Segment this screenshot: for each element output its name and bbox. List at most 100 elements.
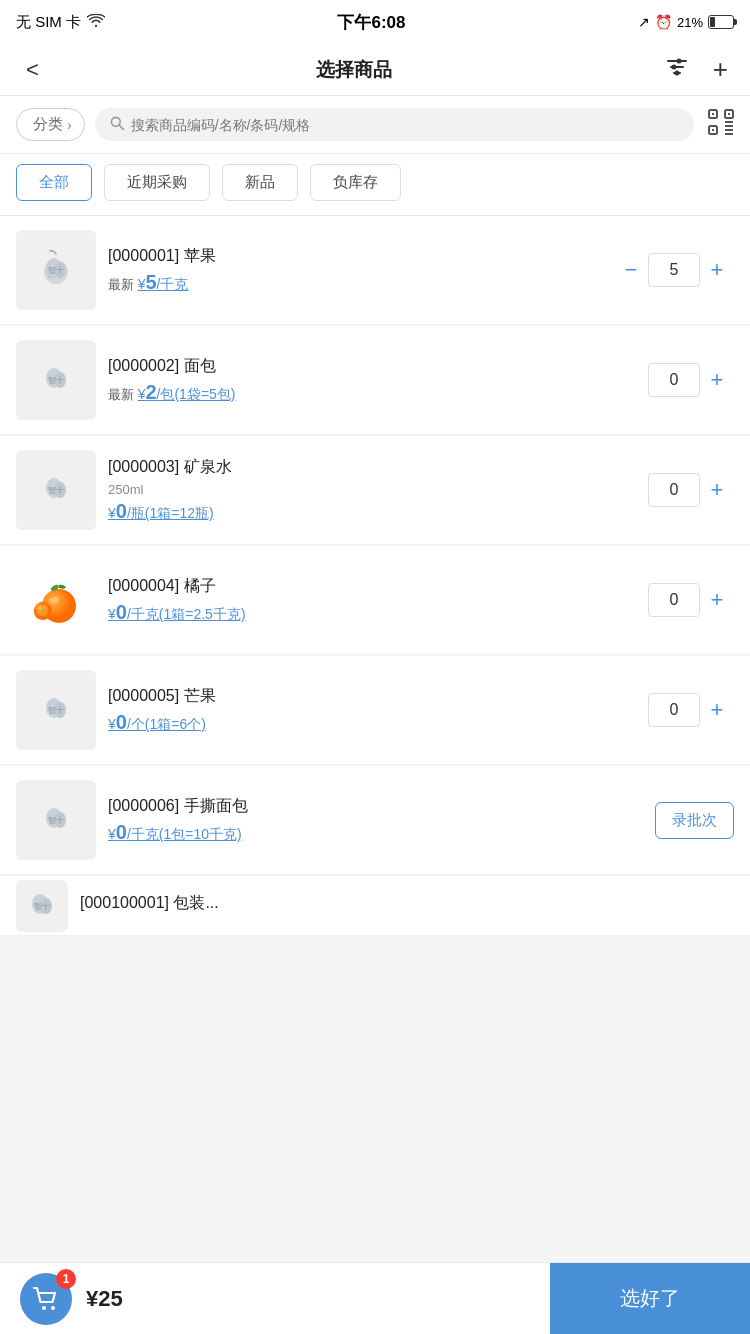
svg-rect-12 — [728, 113, 730, 115]
qty-input[interactable] — [648, 693, 700, 727]
bottom-bar: 1 ¥25 选好了 — [0, 1262, 750, 1334]
product-name: [0000001] 苹果 — [108, 246, 602, 267]
product-item-partial: 智十 [000100001] 包装... — [0, 876, 750, 936]
qty-control: 录批次 — [655, 802, 734, 839]
product-price: 最新 ¥2/包(1袋=5包) — [108, 381, 636, 404]
cart-area: 1 ¥25 — [0, 1273, 550, 1325]
tab-recent[interactable]: 近期采购 — [104, 164, 210, 201]
svg-rect-13 — [712, 129, 714, 131]
search-input-wrapper — [95, 108, 694, 141]
back-button[interactable]: < — [18, 53, 47, 87]
category-button[interactable]: 分类 › — [16, 108, 85, 141]
tab-negative[interactable]: 负库存 — [310, 164, 401, 201]
product-info: [0000001] 苹果 最新 ¥5/千克 — [108, 246, 602, 294]
product-name: [000100001] 包装... — [80, 893, 734, 914]
qty-increase-button[interactable]: + — [700, 473, 734, 507]
qty-increase-button[interactable]: + — [700, 363, 734, 397]
qty-input[interactable] — [648, 253, 700, 287]
qty-decrease-button[interactable]: − — [614, 253, 648, 287]
svg-text:智十: 智十 — [48, 706, 64, 715]
svg-rect-11 — [712, 113, 714, 115]
nav-actions: + — [661, 50, 732, 89]
alarm-icon: ⏰ — [655, 14, 672, 30]
product-thumbnail: 智十 — [16, 880, 68, 932]
scan-icon[interactable] — [708, 109, 734, 141]
cart-button[interactable]: 1 — [20, 1273, 72, 1325]
qty-control: + — [648, 473, 734, 507]
carrier-text: 无 SIM 卡 — [16, 13, 81, 32]
product-price: ¥0/个(1箱=6个) — [108, 711, 636, 734]
tab-new[interactable]: 新品 — [222, 164, 298, 201]
product-thumbnail: 智十 — [16, 780, 96, 860]
wifi-icon — [87, 14, 105, 31]
status-time: 下午6:08 — [337, 11, 405, 34]
qty-control: + — [648, 583, 734, 617]
product-list: 智十 智十 [0000001] 苹果 最新 ¥5/千克 − + 智十 — [0, 216, 750, 936]
qty-increase-button[interactable]: + — [700, 253, 734, 287]
svg-line-7 — [119, 125, 123, 129]
product-thumbnail: 智十 — [16, 340, 96, 420]
product-item: 智十 [0000006] 手撕面包 ¥0/千克(1包=10千克) 录批次 — [0, 766, 750, 875]
product-info: [0000002] 面包 最新 ¥2/包(1袋=5包) — [108, 356, 636, 404]
product-name: [0000006] 手撕面包 — [108, 796, 643, 817]
product-name: [0000003] 矿泉水 — [108, 457, 636, 478]
qty-input[interactable] — [648, 363, 700, 397]
product-price: 最新 ¥5/千克 — [108, 271, 602, 294]
search-icon — [109, 115, 125, 134]
svg-point-4 — [671, 65, 676, 70]
svg-point-48 — [42, 1306, 46, 1310]
status-right: ↗ ⏰ 21% — [638, 14, 734, 30]
qty-control: − + — [614, 253, 734, 287]
batch-button[interactable]: 录批次 — [655, 802, 734, 839]
filter-icon[interactable] — [661, 52, 693, 87]
svg-point-49 — [51, 1306, 55, 1310]
product-name: [0000002] 面包 — [108, 356, 636, 377]
cart-badge: 1 — [56, 1269, 76, 1289]
product-price: ¥0/千克(1包=10千克) — [108, 821, 643, 844]
status-left: 无 SIM 卡 — [16, 13, 105, 32]
product-info: [0000005] 芒果 ¥0/个(1箱=6个) — [108, 686, 636, 734]
svg-point-33 — [58, 584, 66, 589]
location-icon: ↗ — [638, 14, 650, 30]
product-item: 智十 [0000002] 面包 最新 ¥2/包(1袋=5包) + — [0, 326, 750, 435]
qty-input[interactable] — [648, 583, 700, 617]
cart-total: ¥25 — [86, 1286, 123, 1312]
product-info: [000100001] 包装... — [80, 893, 734, 918]
add-button[interactable]: + — [709, 50, 732, 89]
search-input[interactable] — [131, 117, 680, 133]
product-name: [0000005] 芒果 — [108, 686, 636, 707]
filter-tabs: 全部 近期采购 新品 负库存 — [0, 154, 750, 216]
tab-all[interactable]: 全部 — [16, 164, 92, 201]
product-price: ¥0/千克(1箱=2.5千克) — [108, 601, 636, 624]
qty-input[interactable] — [648, 473, 700, 507]
checkout-button[interactable]: 选好了 — [550, 1263, 750, 1335]
category-label: 分类 — [33, 115, 63, 134]
svg-text:智十: 智十 — [48, 816, 64, 825]
product-spec: 250ml — [108, 482, 636, 497]
svg-text:智十: 智十 — [48, 266, 64, 275]
svg-text:智十: 智十 — [48, 486, 64, 495]
page-title: 选择商品 — [316, 57, 392, 83]
battery-percent: 21% — [677, 15, 703, 30]
product-thumbnail: 智十 — [16, 450, 96, 530]
product-thumbnail — [16, 560, 96, 640]
product-item: 智十 [0000003] 矿泉水 250ml ¥0/瓶(1箱=12瓶) + — [0, 436, 750, 545]
product-price: ¥0/瓶(1箱=12瓶) — [108, 500, 636, 523]
qty-control: + — [648, 693, 734, 727]
product-item: 智十 [0000005] 芒果 ¥0/个(1箱=6个) + — [0, 656, 750, 765]
nav-bar: < 选择商品 + — [0, 44, 750, 96]
svg-point-3 — [676, 59, 681, 64]
qty-increase-button[interactable]: + — [700, 693, 734, 727]
category-chevron: › — [67, 117, 72, 133]
qty-increase-button[interactable]: + — [700, 583, 734, 617]
product-thumbnail: 智十 — [16, 670, 96, 750]
product-info: [0000003] 矿泉水 250ml ¥0/瓶(1箱=12瓶) — [108, 457, 636, 523]
search-bar: 分类 › — [0, 96, 750, 154]
product-name: [0000004] 橘子 — [108, 576, 636, 597]
svg-text:智十: 智十 — [34, 902, 50, 911]
svg-point-5 — [674, 71, 679, 76]
status-bar: 无 SIM 卡 下午6:08 ↗ ⏰ 21% — [0, 0, 750, 44]
svg-point-38 — [37, 605, 49, 617]
qty-control: + — [648, 363, 734, 397]
product-thumbnail: 智十 智十 — [16, 230, 96, 310]
